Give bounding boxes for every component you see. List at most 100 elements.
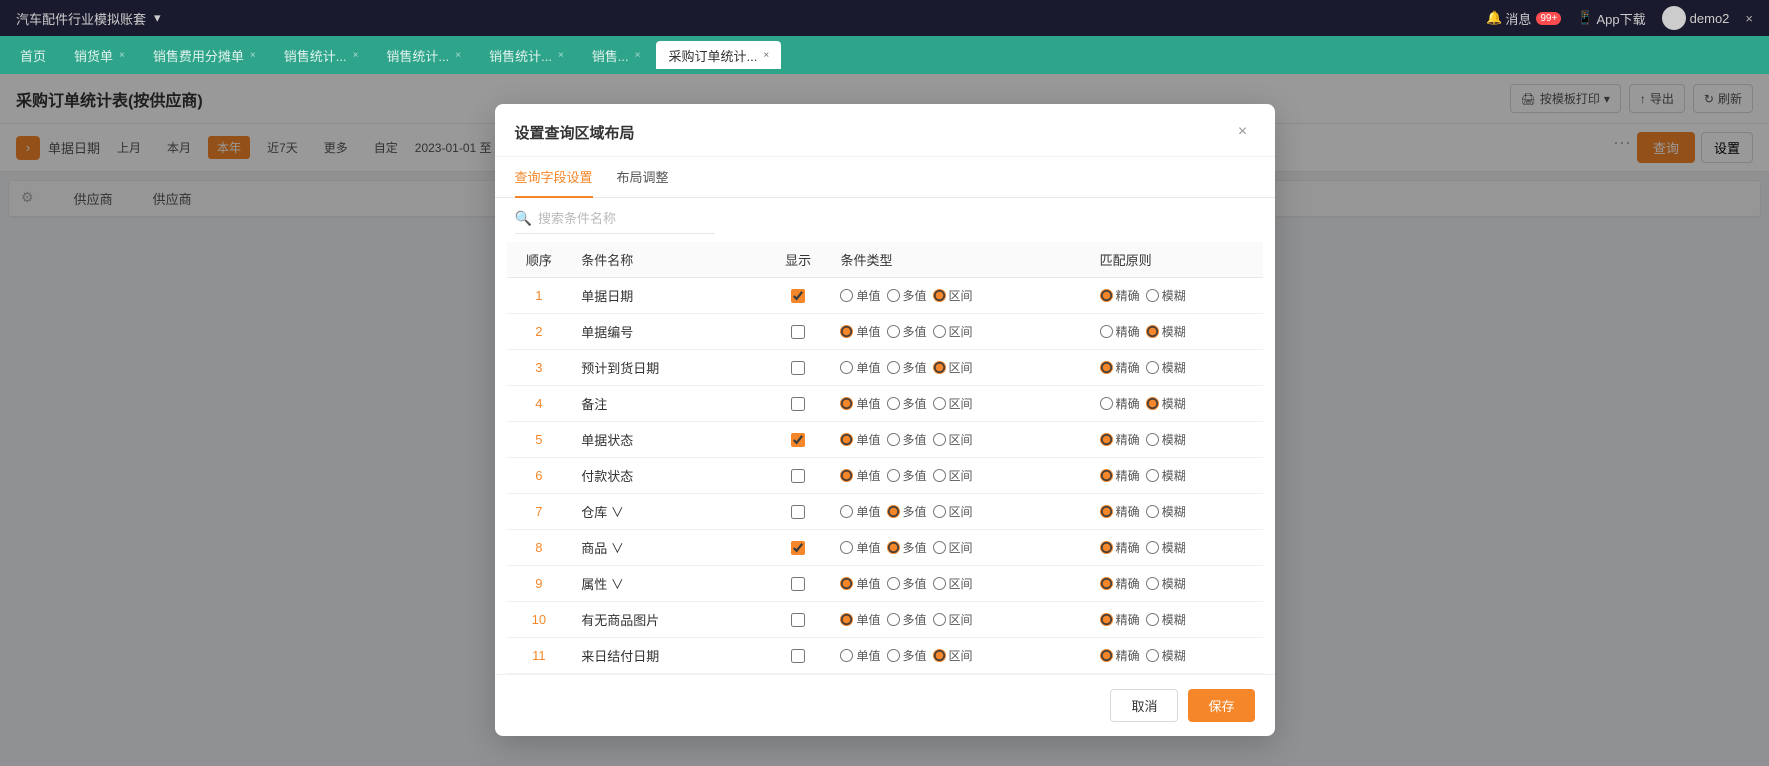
condition-type-option-单值[interactable]: 单值 — [840, 287, 880, 304]
notifications-btn[interactable]: 🔔 消息 99+ — [1486, 9, 1561, 28]
tab-5-label: 销售统计... — [489, 46, 552, 65]
condition-type-option-多值[interactable]: 多值 — [887, 431, 927, 448]
condition-type-option-多值[interactable]: 多值 — [887, 647, 927, 664]
modal-tab-layout-adjust[interactable]: 布局调整 — [617, 157, 669, 198]
row-order: 4 — [507, 386, 572, 422]
match-rule-option-模糊[interactable]: 模糊 — [1146, 611, 1186, 628]
condition-type-option-区间[interactable]: 区间 — [933, 431, 973, 448]
row-display-checkbox[interactable] — [791, 613, 805, 627]
condition-type-option-单值[interactable]: 单值 — [840, 575, 880, 592]
row-display-checkbox[interactable] — [791, 433, 805, 447]
match-rule-option-精确[interactable]: 精确 — [1100, 467, 1140, 484]
condition-type-option-单值[interactable]: 单值 — [840, 467, 880, 484]
condition-type-option-区间[interactable]: 区间 — [933, 395, 973, 412]
th-condition-type: 条件类型 — [830, 242, 1089, 278]
row-display-checkbox[interactable] — [791, 649, 805, 663]
row-display-checkbox[interactable] — [791, 325, 805, 339]
match-rule-option-模糊[interactable]: 模糊 — [1146, 539, 1186, 556]
condition-type-option-多值[interactable]: 多值 — [887, 323, 927, 340]
tab-3[interactable]: 销售统计... × — [272, 41, 371, 69]
row-display-checkbox[interactable] — [791, 289, 805, 303]
match-rule-option-模糊[interactable]: 模糊 — [1146, 647, 1186, 664]
app-download-btn[interactable]: 📱 App下载 — [1577, 9, 1645, 28]
condition-type-option-单值[interactable]: 单值 — [840, 611, 880, 628]
condition-type-option-多值[interactable]: 多值 — [887, 539, 927, 556]
match-rule-option-精确[interactable]: 精确 — [1100, 539, 1140, 556]
tab-home[interactable]: 首页 — [8, 41, 58, 69]
condition-type-radio-group: 单值多值区间 — [840, 647, 1079, 664]
condition-type-option-多值[interactable]: 多值 — [887, 575, 927, 592]
match-rule-option-精确[interactable]: 精确 — [1100, 503, 1140, 520]
match-rule-option-模糊[interactable]: 模糊 — [1146, 323, 1186, 340]
condition-type-option-多值[interactable]: 多值 — [887, 395, 927, 412]
top-bar: 汽车配件行业模拟账套 ▾ 🔔 消息 99+ 📱 App下载 demo2 × — [0, 0, 1769, 36]
match-rule-option-模糊[interactable]: 模糊 — [1146, 359, 1186, 376]
match-rule-option-精确[interactable]: 精确 — [1100, 323, 1140, 340]
condition-type-option-区间[interactable]: 区间 — [933, 467, 973, 484]
condition-type-option-单值[interactable]: 单值 — [840, 647, 880, 664]
modal-close-btn[interactable]: × — [1231, 120, 1255, 144]
tab-sales-expense-close[interactable]: × — [250, 50, 256, 61]
tab-sales[interactable]: 销货单 × — [62, 41, 137, 69]
match-rule-option-精确[interactable]: 精确 — [1100, 575, 1140, 592]
condition-type-option-单值[interactable]: 单值 — [840, 395, 880, 412]
row-display-checkbox[interactable] — [791, 577, 805, 591]
match-rule-option-精确[interactable]: 精确 — [1100, 431, 1140, 448]
condition-type-option-单值[interactable]: 单值 — [840, 431, 880, 448]
condition-type-option-区间[interactable]: 区间 — [933, 539, 973, 556]
search-box: 🔍 — [515, 210, 715, 234]
condition-type-option-多值[interactable]: 多值 — [887, 359, 927, 376]
match-rule-option-模糊[interactable]: 模糊 — [1146, 431, 1186, 448]
condition-type-option-区间[interactable]: 区间 — [933, 359, 973, 376]
condition-type-option-区间[interactable]: 区间 — [933, 575, 973, 592]
tab-4-close[interactable]: × — [455, 50, 461, 61]
user-avatar[interactable]: demo2 — [1662, 6, 1730, 30]
tab-sales-expense-label: 销售费用分摊单 — [153, 46, 244, 65]
dropdown-icon[interactable]: ▾ — [154, 10, 161, 26]
condition-type-option-区间[interactable]: 区间 — [933, 503, 973, 520]
tab-6-close[interactable]: × — [635, 50, 641, 61]
condition-type-option-区间[interactable]: 区间 — [933, 647, 973, 664]
condition-type-option-多值[interactable]: 多值 — [887, 503, 927, 520]
match-rule-option-模糊[interactable]: 模糊 — [1146, 503, 1186, 520]
tab-5[interactable]: 销售统计... × — [477, 41, 576, 69]
tab-sales-close[interactable]: × — [119, 50, 125, 61]
cancel-btn[interactable]: 取消 — [1110, 689, 1178, 722]
tab-purchase[interactable]: 采购订单统计... × — [656, 41, 781, 69]
row-display-checkbox[interactable] — [791, 469, 805, 483]
match-rule-option-精确[interactable]: 精确 — [1100, 647, 1140, 664]
match-rule-option-模糊[interactable]: 模糊 — [1146, 395, 1186, 412]
row-display-checkbox[interactable] — [791, 361, 805, 375]
top-close-btn[interactable]: × — [1745, 11, 1753, 26]
condition-type-option-单值[interactable]: 单值 — [840, 359, 880, 376]
condition-type-option-多值[interactable]: 多值 — [887, 467, 927, 484]
match-rule-option-模糊[interactable]: 模糊 — [1146, 287, 1186, 304]
match-rule-option-模糊[interactable]: 模糊 — [1146, 467, 1186, 484]
tab-5-close[interactable]: × — [558, 50, 564, 61]
match-rule-option-模糊[interactable]: 模糊 — [1146, 575, 1186, 592]
condition-type-option-单值[interactable]: 单值 — [840, 323, 880, 340]
tab-sales-expense[interactable]: 销售费用分摊单 × — [141, 41, 268, 69]
condition-type-option-区间[interactable]: 区间 — [933, 323, 973, 340]
search-input[interactable] — [538, 211, 698, 226]
tab-4[interactable]: 销售统计... × — [374, 41, 473, 69]
condition-type-option-单值[interactable]: 单值 — [840, 503, 880, 520]
save-btn[interactable]: 保存 — [1188, 689, 1254, 722]
condition-type-option-多值[interactable]: 多值 — [887, 287, 927, 304]
tab-3-close[interactable]: × — [353, 50, 359, 61]
tab-purchase-close[interactable]: × — [763, 50, 769, 61]
condition-type-option-多值[interactable]: 多值 — [887, 611, 927, 628]
condition-type-option-区间[interactable]: 区间 — [933, 287, 973, 304]
row-display-checkbox[interactable] — [791, 541, 805, 555]
condition-type-option-区间[interactable]: 区间 — [933, 611, 973, 628]
tab-6[interactable]: 销售... × — [580, 41, 653, 69]
condition-type-option-单值[interactable]: 单值 — [840, 539, 880, 556]
match-rule-option-精确[interactable]: 精确 — [1100, 287, 1140, 304]
match-rule-option-精确[interactable]: 精确 — [1100, 611, 1140, 628]
modal-tab-query-fields[interactable]: 查询字段设置 — [515, 157, 593, 198]
row-display-cb-cell — [766, 422, 831, 458]
row-display-checkbox[interactable] — [791, 505, 805, 519]
row-display-checkbox[interactable] — [791, 397, 805, 411]
match-rule-option-精确[interactable]: 精确 — [1100, 359, 1140, 376]
match-rule-option-精确[interactable]: 精确 — [1100, 395, 1140, 412]
